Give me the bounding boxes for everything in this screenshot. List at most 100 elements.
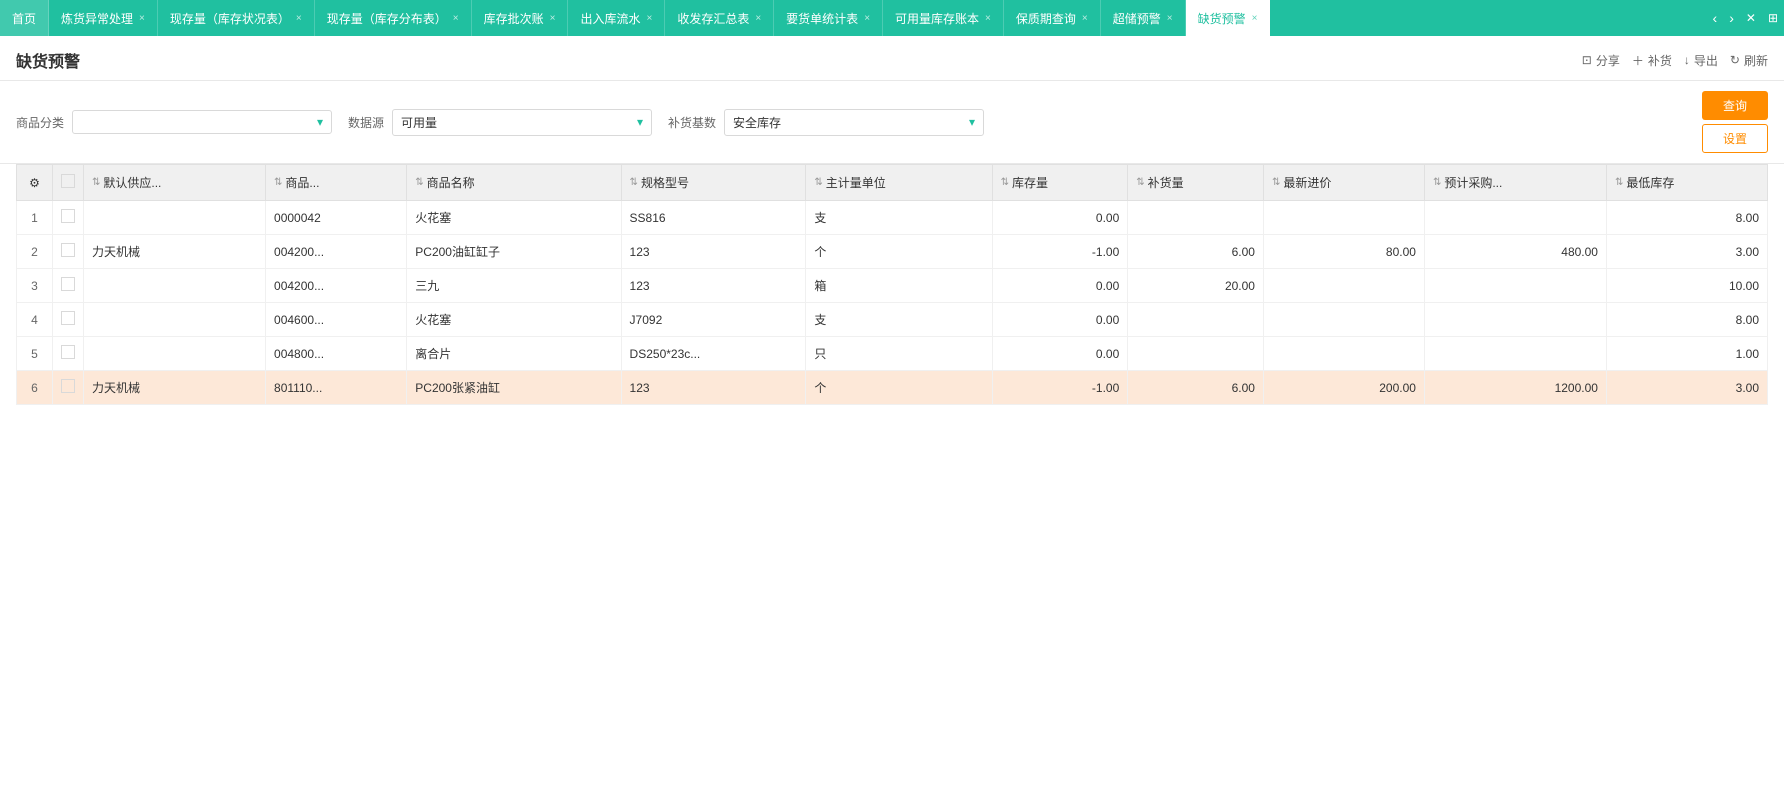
th-min-stock[interactable]: ⇅ 最低库存: [1606, 165, 1767, 201]
row-check-3[interactable]: [61, 311, 75, 325]
th-min-stock-sort-icon: ⇅: [1615, 177, 1623, 188]
row-checkbox-4[interactable]: [53, 337, 84, 371]
tab-next-btn[interactable]: ›: [1723, 0, 1740, 36]
category-select[interactable]: ▾: [72, 110, 332, 134]
th-product-name[interactable]: ⇅ 商品名称: [407, 165, 621, 201]
row-estimated-purchase-3: [1424, 303, 1606, 337]
row-spec-3: J7092: [621, 303, 806, 337]
th-estimated-purchase-sort-icon: ⇅: [1433, 177, 1441, 188]
row-checkbox-0[interactable]: [53, 201, 84, 235]
row-settings-3: 4: [17, 303, 53, 337]
th-supplier[interactable]: ⇅ 默认供应...: [84, 165, 266, 201]
tab-expiry[interactable]: 保质期查询 ×: [1004, 0, 1101, 36]
tab-bar: 首页 炼货异常处理 × 现存量（库存状况表） × 现存量（库存分布表） × 库存…: [0, 0, 1784, 36]
datasource-select[interactable]: 可用量 ▾: [392, 109, 652, 136]
th-unit-sort-icon: ⇅: [814, 177, 822, 188]
tab-stock-dist[interactable]: 现存量（库存分布表） ×: [315, 0, 472, 36]
row-checkbox-3[interactable]: [53, 303, 84, 337]
close-tab-overstock[interactable]: ×: [1167, 13, 1173, 24]
th-spec[interactable]: ⇅ 规格型号: [621, 165, 806, 201]
tab-shortage[interactable]: 缺货预警 ×: [1186, 0, 1271, 36]
settings-button[interactable]: 设置: [1702, 124, 1768, 153]
row-check-5[interactable]: [61, 379, 75, 393]
row-product-name-0: 火花塞: [407, 201, 621, 235]
row-stock-5: -1.00: [992, 371, 1128, 405]
th-unit[interactable]: ⇅ 主计量单位: [806, 165, 992, 201]
tab-stock-status[interactable]: 现存量（库存状况表） ×: [158, 0, 315, 36]
close-tab-expiry[interactable]: ×: [1082, 13, 1088, 24]
replenish-base-select[interactable]: 安全库存 ▾: [724, 109, 984, 136]
datasource-value: 可用量: [401, 114, 437, 131]
tab-available-ledger[interactable]: 可用量库存账本 ×: [883, 0, 1004, 36]
close-tab-order-stat[interactable]: ×: [864, 13, 870, 24]
row-supplier-4: [84, 337, 266, 371]
row-stock-2: 0.00: [992, 269, 1128, 303]
row-latest-price-1: 80.00: [1263, 235, 1424, 269]
th-product-code-sort-icon: ⇅: [274, 177, 282, 188]
table-row: 5 004800... 离合片 DS250*23c... 只 0.00 1.00: [17, 337, 1768, 371]
th-product-code[interactable]: ⇅ 商品...: [266, 165, 407, 201]
th-spec-sort-icon: ⇅: [630, 177, 638, 188]
tab-order-stat[interactable]: 要货单统计表 ×: [774, 0, 883, 36]
row-min-stock-4: 1.00: [1606, 337, 1767, 371]
table-row: 6 力天机械 801110... PC200张紧油缸 123 个 -1.00 6…: [17, 371, 1768, 405]
export-icon: ↓: [1684, 53, 1690, 67]
tab-prev-btn[interactable]: ‹: [1707, 0, 1724, 36]
tab-inout[interactable]: 出入库流水 ×: [568, 0, 665, 36]
row-unit-1: 个: [806, 235, 992, 269]
tab-expand-btn[interactable]: ⊞: [1762, 0, 1784, 36]
tab-home[interactable]: 首页: [0, 0, 49, 36]
share-button[interactable]: ⊡ 分享: [1582, 52, 1620, 69]
th-stock[interactable]: ⇅ 库存量: [992, 165, 1128, 201]
row-product-code-2: 004200...: [266, 269, 407, 303]
row-checkbox-5[interactable]: [53, 371, 84, 405]
row-check-0[interactable]: [61, 209, 75, 223]
row-latest-price-4: [1263, 337, 1424, 371]
row-estimated-purchase-5: 1200.00: [1424, 371, 1606, 405]
close-tab-stock-dist[interactable]: ×: [453, 13, 459, 24]
tab-refining[interactable]: 炼货异常处理 ×: [49, 0, 158, 36]
close-tab-refining[interactable]: ×: [139, 13, 145, 24]
row-latest-price-0: [1263, 201, 1424, 235]
row-product-name-3: 火花塞: [407, 303, 621, 337]
tab-overstock[interactable]: 超储预警 ×: [1101, 0, 1186, 36]
row-unit-0: 支: [806, 201, 992, 235]
tab-close-all-btn[interactable]: ✕: [1740, 0, 1762, 36]
close-tab-summary[interactable]: ×: [755, 13, 761, 24]
query-button[interactable]: 查询: [1702, 91, 1768, 120]
th-latest-price[interactable]: ⇅ 最新进价: [1263, 165, 1424, 201]
row-product-code-0: 0000042: [266, 201, 407, 235]
th-settings[interactable]: ⚙: [17, 165, 53, 201]
row-unit-5: 个: [806, 371, 992, 405]
row-replenish-3: [1128, 303, 1264, 337]
row-checkbox-2[interactable]: [53, 269, 84, 303]
row-settings-5: 6: [17, 371, 53, 405]
th-product-name-sort-icon: ⇅: [415, 177, 423, 188]
row-stock-1: -1.00: [992, 235, 1128, 269]
table-header-row: ⚙ ⇅ 默认供应... ⇅: [17, 165, 1768, 201]
close-tab-available-ledger[interactable]: ×: [985, 13, 991, 24]
refresh-button[interactable]: ↻ 刷新: [1730, 52, 1768, 69]
row-estimated-purchase-2: [1424, 269, 1606, 303]
select-all-checkbox[interactable]: [61, 174, 75, 188]
row-check-1[interactable]: [61, 243, 75, 257]
close-tab-inout[interactable]: ×: [646, 13, 652, 24]
close-tab-stock-status[interactable]: ×: [296, 13, 302, 24]
replenish-button[interactable]: ＋ 补货: [1632, 52, 1672, 69]
row-checkbox-1[interactable]: [53, 235, 84, 269]
th-estimated-purchase[interactable]: ⇅ 预计采购...: [1424, 165, 1606, 201]
row-product-code-1: 004200...: [266, 235, 407, 269]
row-replenish-5: 6.00: [1128, 371, 1264, 405]
close-tab-shortage[interactable]: ×: [1252, 13, 1258, 24]
tab-summary[interactable]: 收发存汇总表 ×: [665, 0, 774, 36]
export-button[interactable]: ↓ 导出: [1684, 52, 1718, 69]
refresh-icon: ↻: [1730, 53, 1740, 67]
tab-batch[interactable]: 库存批次账 ×: [472, 0, 569, 36]
row-check-2[interactable]: [61, 277, 75, 291]
th-replenish[interactable]: ⇅ 补货量: [1128, 165, 1264, 201]
row-check-4[interactable]: [61, 345, 75, 359]
row-supplier-2: [84, 269, 266, 303]
th-checkbox[interactable]: [53, 165, 84, 201]
category-filter-group: 商品分类 ▾: [16, 110, 332, 134]
close-tab-batch[interactable]: ×: [550, 13, 556, 24]
